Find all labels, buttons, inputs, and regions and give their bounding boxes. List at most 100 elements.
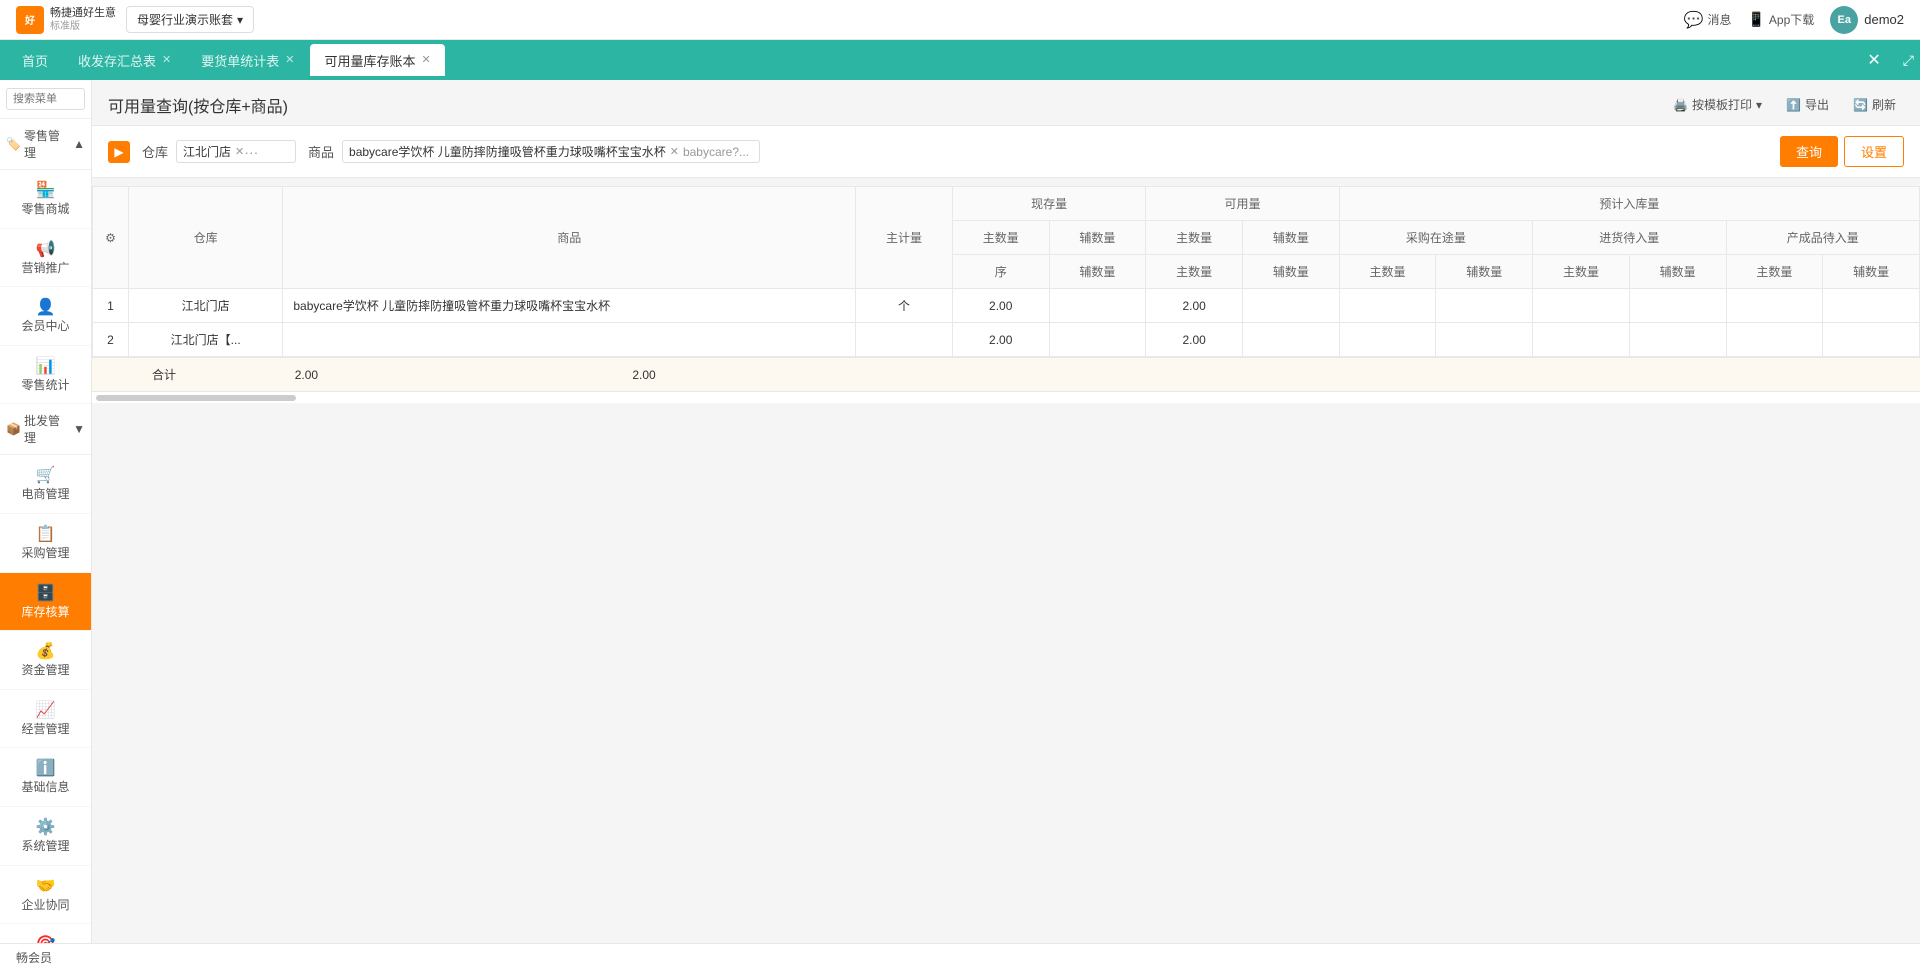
app-download-btn[interactable]: 📱 App下载 — [1747, 11, 1814, 28]
warehouse-tag: 江北门店 ✕ — [183, 143, 244, 160]
cell-incoming-main — [1533, 289, 1630, 323]
cell-purchase-main — [1339, 289, 1436, 323]
tab-order-stat[interactable]: 要货单统计表 ✕ — [187, 44, 308, 76]
horizontal-scrollbar[interactable] — [92, 391, 1920, 403]
sidebar-item-zero-retail[interactable]: 🏷️ 零售管理 ▲ — [0, 119, 91, 170]
retail-mall-icon: 🏪 — [6, 180, 85, 200]
cell-avail-sub — [1242, 323, 1339, 357]
sidebar-item-inventory[interactable]: 🗄️ 库存核算 — [0, 573, 91, 632]
sidebar-item-system[interactable]: ⚙️ 系统管理 — [0, 807, 91, 866]
sidebar-item-ecommerce[interactable]: 🛒 电商管理 — [0, 455, 91, 514]
tab-home[interactable]: 首页 — [8, 44, 62, 76]
sidebar-item-purchase[interactable]: 📋 采购管理 — [0, 514, 91, 573]
refresh-btn[interactable]: 🔄 刷新 — [1845, 92, 1904, 117]
col-product-header: 商品 — [283, 187, 856, 289]
tab-recv-send[interactable]: 收发存汇总表 ✕ — [64, 44, 185, 76]
cell-no: 1 — [93, 289, 129, 323]
filter-warehouse-group: 仓库 江北门店 ✕ ··· — [142, 140, 296, 163]
tenant-selector[interactable]: 母婴行业演示账套 ▾ — [126, 6, 254, 33]
user-profile[interactable]: Ea demo2 — [1830, 6, 1904, 34]
logo-icon: 好 — [16, 6, 44, 34]
sidebar-item-retail-stats[interactable]: 📊 零售统计 — [0, 346, 91, 405]
sidebar-item-wholesale[interactable]: 📦 批发管理 ▼ — [0, 404, 91, 455]
cell-incoming-sub — [1629, 323, 1726, 357]
footer-avail-sub — [728, 368, 897, 382]
export-icon: ⬆️ — [1786, 98, 1801, 112]
col-pt-sub: 辅数量 — [1436, 255, 1533, 289]
app-icon: 📱 — [1747, 11, 1764, 28]
table-container: ⚙ 仓库 商品 主计量 现存量 可用量 预计入库量 主数量 辅数量 主数量 — [92, 186, 1920, 403]
col-warehouse-header: 仓库 — [129, 187, 283, 289]
print-icon: 🖨️ — [1673, 98, 1688, 112]
cell-product-main — [1726, 289, 1823, 323]
col-pp-main: 主数量 — [1726, 255, 1823, 289]
col-seq: 序 — [952, 255, 1049, 289]
sidebar-item-retail-mall[interactable]: 🏪 零售商城 — [0, 170, 91, 229]
close-all-tabs[interactable]: ✕ — [1861, 50, 1886, 70]
product-filter-input[interactable]: babycare学饮杯 儿童防摔防撞吸管杯重力球吸嘴杯宝宝水杯 ✕ babyca… — [342, 140, 760, 163]
ecommerce-icon: 🛒 — [6, 465, 85, 485]
close-icon[interactable]: ✕ — [285, 55, 294, 66]
bottom-bar: 畅会员 — [0, 943, 1920, 971]
export-btn[interactable]: ⬆️ 导出 — [1778, 92, 1837, 117]
search-input[interactable] — [6, 88, 85, 110]
avatar: Ea — [1830, 6, 1858, 34]
col-incoming-pending-header: 进货待入量 — [1533, 221, 1726, 255]
sidebar-item-enterprise[interactable]: 🤝 企业协同 — [0, 866, 91, 925]
table-row: 1 江北门店 babycare学饮杯 儿童防摔防撞吸管杯重力球吸嘴杯宝宝水杯 个… — [93, 289, 1920, 323]
cell-warehouse: 江北门店【... — [129, 323, 283, 357]
tab-avail-stock[interactable]: 可用量库存账本 ✕ — [310, 44, 444, 76]
col-av-main2: 主数量 — [1146, 255, 1243, 289]
purchase-icon: 📋 — [6, 524, 85, 544]
top-bar-left: 好 畅捷通好生意 标准版 母婴行业演示账套 ▾ — [16, 6, 254, 34]
warehouse-label: 仓库 — [142, 142, 168, 161]
sidebar-item-ops[interactable]: 📈 经营管理 — [0, 690, 91, 749]
page-title: 可用量查询(按仓库+商品) — [108, 93, 288, 117]
ops-icon: 📈 — [6, 700, 85, 720]
expand-arrow2-icon: ▼ — [73, 422, 85, 436]
col-pt-main: 主数量 — [1339, 255, 1436, 289]
content-area: 可用量查询(按仓库+商品) 🖨️ 按模板打印 ▾ ⬆️ 导出 🔄 刷新 — [92, 80, 1920, 943]
filter-expand-btn[interactable]: ▶ — [108, 141, 130, 163]
cell-avail-sub — [1242, 289, 1339, 323]
message-btn[interactable]: 💬 消息 — [1684, 10, 1732, 30]
cell-avail-main: 2.00 — [1146, 323, 1243, 357]
settings-button[interactable]: 设置 — [1844, 136, 1904, 167]
cell-current-sub — [1049, 323, 1146, 357]
table-footer: 合计 2.00 2.00 — [92, 357, 1920, 391]
cell-no: 2 — [93, 323, 129, 357]
col-avail-main: 主数量 — [1146, 221, 1243, 255]
member-center-icon: 👤 — [6, 297, 85, 317]
col-ip-sub: 辅数量 — [1629, 255, 1726, 289]
filter-actions: 查询 设置 — [1780, 136, 1904, 167]
cell-product-sub — [1823, 289, 1920, 323]
product-tag1: babycare学饮杯 儿童防摔防撞吸管杯重力球吸嘴杯宝宝水杯 ✕ — [349, 143, 679, 160]
warehouse-filter-input[interactable]: 江北门店 ✕ ··· — [176, 140, 296, 163]
warehouse-more-icon[interactable]: ··· — [244, 144, 258, 160]
expand-icon[interactable]: ⤢ — [1897, 52, 1920, 69]
close-icon[interactable]: ✕ — [162, 55, 171, 66]
col-available-header: 可用量 — [1146, 187, 1339, 221]
col-pp-sub: 辅数量 — [1823, 255, 1920, 289]
cell-product — [283, 323, 856, 357]
remove-product-tag1[interactable]: ✕ — [670, 145, 679, 158]
print-chevron-icon: ▾ — [1756, 98, 1762, 112]
sidebar-item-newbie[interactable]: 🎯 新手引导 — [0, 924, 91, 943]
col-current-stock-header: 现存量 — [952, 187, 1145, 221]
print-btn[interactable]: 🖨️ 按模板打印 ▾ — [1665, 92, 1770, 117]
page-header: 可用量查询(按仓库+商品) 🖨️ 按模板打印 ▾ ⬆️ 导出 🔄 刷新 — [92, 80, 1920, 125]
remove-warehouse-tag[interactable]: ✕ — [235, 145, 244, 158]
footer-label: 合计 — [102, 366, 222, 383]
cell-current-sub — [1049, 289, 1146, 323]
cell-purchase-sub — [1436, 289, 1533, 323]
sidebar-item-finance[interactable]: 💰 资金管理 — [0, 631, 91, 690]
sidebar-item-basic[interactable]: ℹ️ 基础信息 — [0, 748, 91, 807]
sidebar-item-marketing[interactable]: 📢 营销推广 — [0, 229, 91, 288]
scroll-thumb[interactable] — [96, 395, 296, 401]
basic-icon: ℹ️ — [6, 758, 85, 778]
close-icon[interactable]: ✕ — [422, 55, 431, 66]
sidebar-item-member-center[interactable]: 👤 会员中心 — [0, 287, 91, 346]
query-button[interactable]: 查询 — [1780, 136, 1838, 167]
col-current-main: 主数量 — [952, 221, 1049, 255]
footer-values: 2.00 2.00 — [222, 368, 1910, 382]
